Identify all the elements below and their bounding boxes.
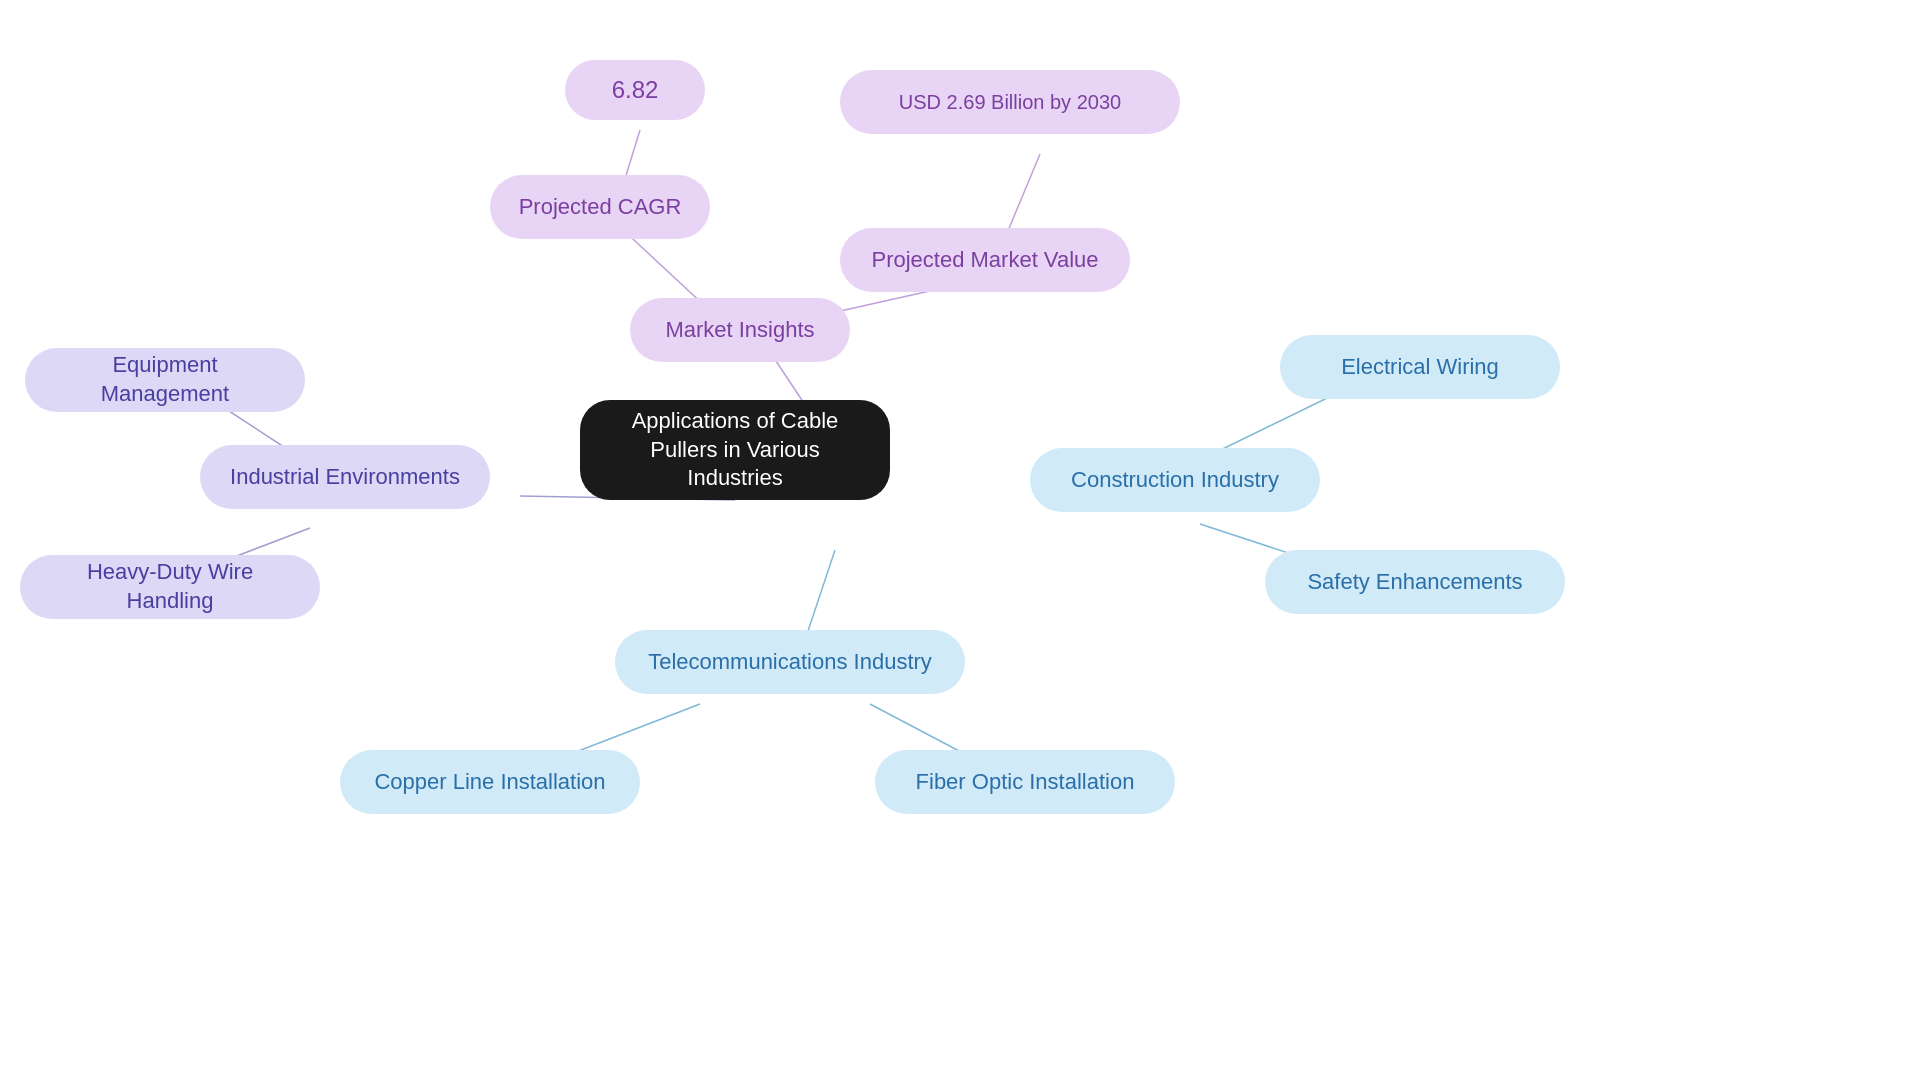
projected-market-value-node: Projected Market Value <box>840 228 1130 292</box>
construction-industry-node: Construction Industry <box>1030 448 1320 512</box>
center-node: Applications of Cable Pullers in Various… <box>580 400 890 500</box>
equipment-management-node: Equipment Management <box>25 348 305 412</box>
svg-line-11 <box>805 550 835 640</box>
telecommunications-node: Telecommunications Industry <box>615 630 965 694</box>
projected-cagr-node: Projected CAGR <box>490 175 710 239</box>
electrical-wiring-node: Electrical Wiring <box>1280 335 1560 399</box>
cagr-value-node: 6.82 <box>565 60 705 120</box>
safety-enhancements-node: Safety Enhancements <box>1265 550 1565 614</box>
usd-value-node: USD 2.69 Billion by 2030 <box>840 70 1180 134</box>
market-insights-node: Market Insights <box>630 298 850 362</box>
fiber-optic-node: Fiber Optic Installation <box>875 750 1175 814</box>
copper-line-node: Copper Line Installation <box>340 750 640 814</box>
industrial-environments-node: Industrial Environments <box>200 445 490 509</box>
heavy-duty-node: Heavy-Duty Wire Handling <box>20 555 320 619</box>
